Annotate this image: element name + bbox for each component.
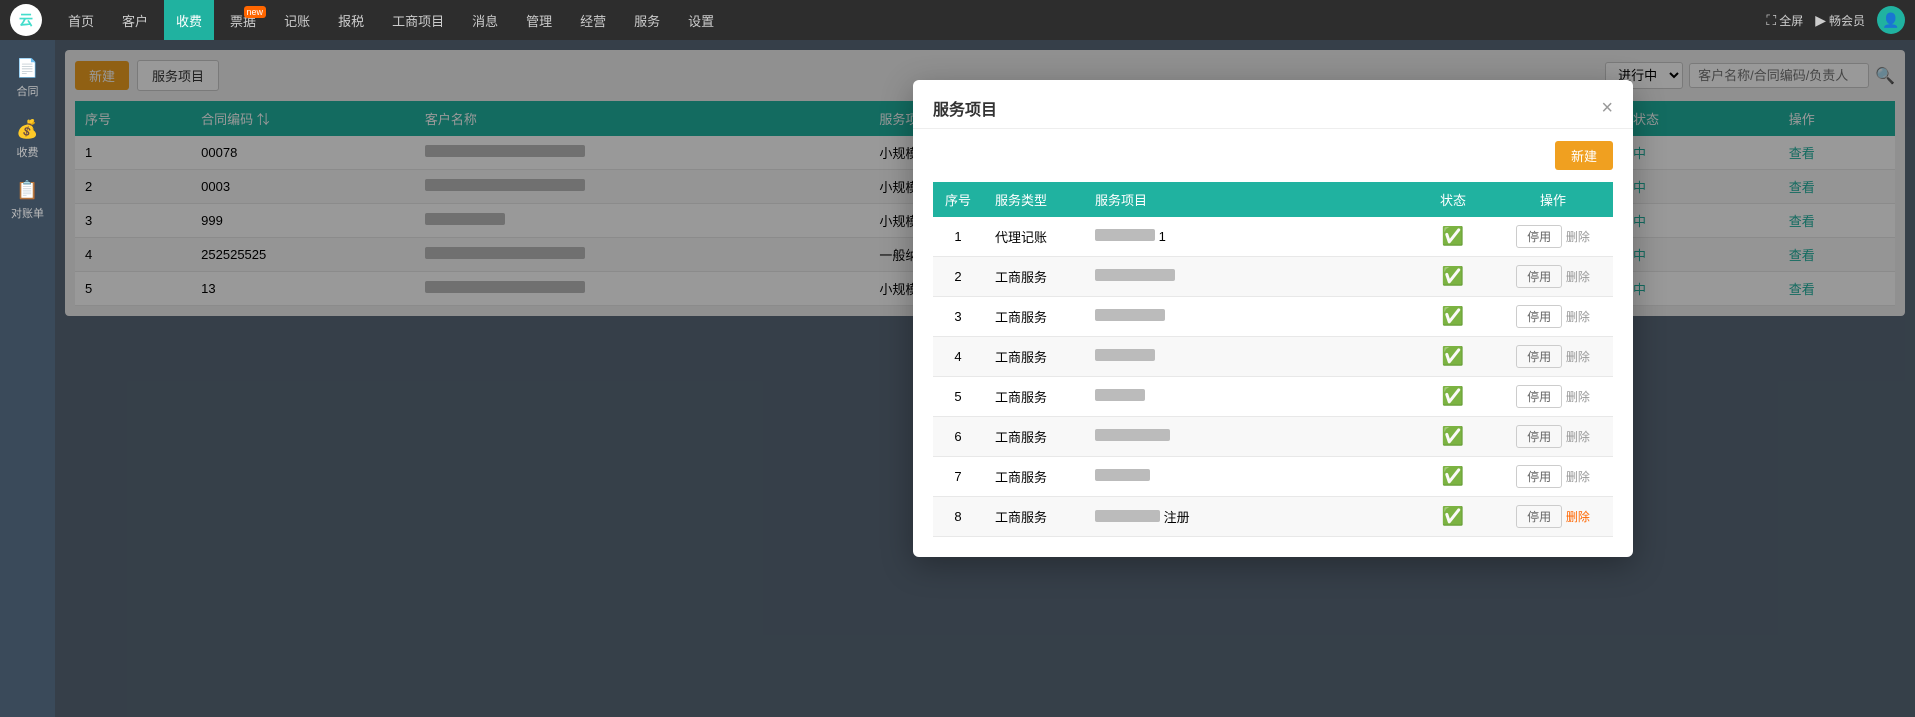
nav-business[interactable]: 工商项目 <box>380 0 456 40</box>
modal-col-status: 状态 <box>1413 182 1493 217</box>
sidebar-item-fee[interactable]: 💰 收费 <box>0 111 55 168</box>
delete-button[interactable]: 删除 <box>1566 308 1590 325</box>
nav-operation[interactable]: 经营 <box>568 0 618 40</box>
reconciliation-icon: 📋 <box>16 180 38 201</box>
delete-button[interactable]: 删除 <box>1566 228 1590 245</box>
modal-col-seq: 序号 <box>933 182 983 217</box>
disable-button[interactable]: 停用 <box>1516 385 1562 408</box>
disable-button[interactable]: 停用 <box>1516 305 1562 328</box>
nav-settings[interactable]: 设置 <box>676 0 726 40</box>
delete-button[interactable]: 删除 <box>1566 388 1590 405</box>
status-check-icon: ✅ <box>1442 466 1464 486</box>
modal-table-row: 7 工商服务 ✅ 停用 删除 <box>933 457 1613 497</box>
sidebar-item-contract-label: 合同 <box>17 83 39 99</box>
disable-button[interactable]: 停用 <box>1516 345 1562 368</box>
status-check-icon: ✅ <box>1442 506 1464 526</box>
disable-button[interactable]: 停用 <box>1516 225 1562 248</box>
modal-table-row: 3 工商服务 ✅ 停用 删除 <box>933 297 1613 337</box>
delete-button[interactable]: 删除 <box>1566 348 1590 365</box>
disable-button[interactable]: 停用 <box>1516 505 1562 528</box>
modal-col-type: 服务类型 <box>983 182 1083 217</box>
contract-icon: 📄 <box>16 58 38 79</box>
modal-close-button[interactable]: × <box>1601 97 1613 120</box>
fee-icon: 💰 <box>16 119 38 140</box>
status-check-icon: ✅ <box>1442 266 1464 286</box>
status-check-icon: ✅ <box>1442 386 1464 406</box>
disable-button[interactable]: 停用 <box>1516 425 1562 448</box>
modal-new-button[interactable]: 新建 <box>1555 141 1613 170</box>
nav-service[interactable]: 服务 <box>622 0 672 40</box>
modal-col-item: 服务项目 <box>1083 182 1413 217</box>
modal-body: 序号 服务类型 服务项目 状态 操作 1 代理记账 1 ✅ <box>913 182 1633 557</box>
top-nav: 云 首页 客户 收费 票据 new 记账 报税 工商项目 消息 管理 经营 服务… <box>0 0 1915 40</box>
modal-title: 服务项目 <box>933 96 997 120</box>
modal-header: 服务项目 × <box>913 80 1633 129</box>
modal-col-action: 操作 <box>1493 182 1613 217</box>
modal-table-row: 5 工商服务 ✅ 停用 删除 <box>933 377 1613 417</box>
status-check-icon: ✅ <box>1442 306 1464 326</box>
nav-customer[interactable]: 客户 <box>110 0 160 40</box>
modal-table-row: 2 工商服务 ✅ 停用 删除 <box>933 257 1613 297</box>
nav-message[interactable]: 消息 <box>460 0 510 40</box>
sidebar-item-reconciliation[interactable]: 📋 对账单 <box>0 172 55 229</box>
nav-tax[interactable]: 报税 <box>326 0 376 40</box>
nav-manage[interactable]: 管理 <box>514 0 564 40</box>
modal-table-row: 8 工商服务 注册 ✅ 停用 删除 <box>933 497 1613 537</box>
delete-button[interactable]: 删除 <box>1566 508 1590 525</box>
delete-button[interactable]: 删除 <box>1566 428 1590 445</box>
status-check-icon: ✅ <box>1442 426 1464 446</box>
service-table: 序号 服务类型 服务项目 状态 操作 1 代理记账 1 ✅ <box>933 182 1613 537</box>
modal-toolbar: 新建 <box>913 129 1633 182</box>
sidebar-item-contract[interactable]: 📄 合同 <box>0 50 55 107</box>
disable-button[interactable]: 停用 <box>1516 465 1562 488</box>
nav-right: ⛶ 全屏 ▶ 畅会员 👤 <box>1766 6 1905 34</box>
disable-button[interactable]: 停用 <box>1516 265 1562 288</box>
sidebar-item-fee-label: 收费 <box>17 144 39 160</box>
service-modal: 服务项目 × 新建 序号 服务类型 服务项目 状态 操作 <box>913 80 1633 557</box>
status-check-icon: ✅ <box>1442 226 1464 246</box>
main-content: 新建 服务项目 进行中 已完成 已终止 🔍 序号 合同编码 ⇅ <box>55 40 1915 717</box>
fullscreen-btn[interactable]: ⛶ 全屏 <box>1766 12 1803 29</box>
nav-fee[interactable]: 收费 <box>164 0 214 40</box>
nav-invoice[interactable]: 票据 new <box>218 0 268 40</box>
modal-table-row: 6 工商服务 ✅ 停用 删除 <box>933 417 1613 457</box>
nav-bookkeeping[interactable]: 记账 <box>272 0 322 40</box>
avatar[interactable]: 👤 <box>1877 6 1905 34</box>
nav-invoice-badge: new <box>244 6 267 18</box>
sidebar-item-reconciliation-label: 对账单 <box>11 205 44 221</box>
member-btn[interactable]: ▶ 畅会员 <box>1815 12 1865 29</box>
modal-table-row: 1 代理记账 1 ✅ 停用 删除 <box>933 217 1613 257</box>
nav-home[interactable]: 首页 <box>56 0 106 40</box>
sidebar: 📄 合同 💰 收费 📋 对账单 <box>0 40 55 717</box>
layout: 📄 合同 💰 收费 📋 对账单 新建 服务项目 进行中 已完成 已终止 <box>0 40 1915 717</box>
modal-table-row: 4 工商服务 ✅ 停用 删除 <box>933 337 1613 377</box>
delete-button[interactable]: 删除 <box>1566 468 1590 485</box>
status-check-icon: ✅ <box>1442 346 1464 366</box>
logo: 云 <box>10 4 42 36</box>
delete-button[interactable]: 删除 <box>1566 268 1590 285</box>
